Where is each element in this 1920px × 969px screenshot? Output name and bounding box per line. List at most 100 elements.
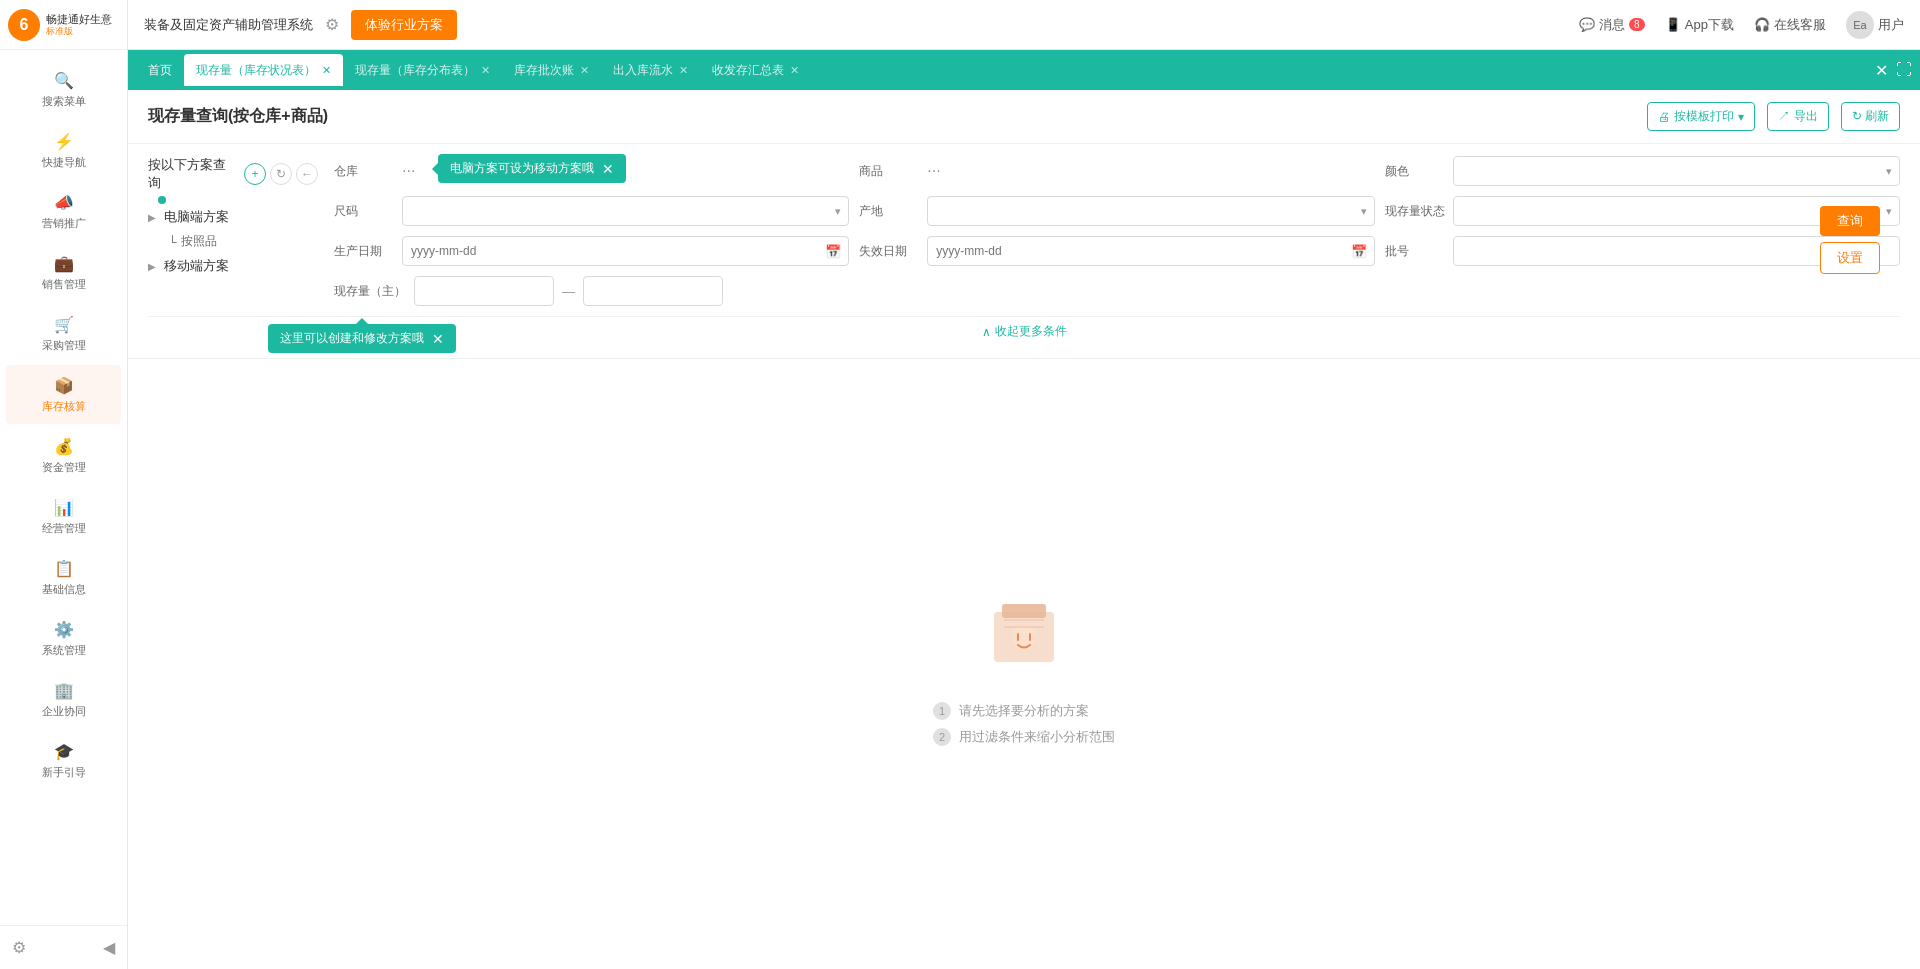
page-header: 现存量查询(按仓库+商品) 🖨 按模板打印 ▾ ↗ 导出 ↻ 刷新 <box>128 90 1920 144</box>
sidebar-item-sales[interactable]: 💼 销售管理 <box>6 243 121 302</box>
industry-btn[interactable]: 体验行业方案 <box>351 10 457 40</box>
logo-area: 6 畅捷通好生意 标准版 <box>0 0 127 50</box>
exp-date-field: 失效日期 📅 <box>859 236 1374 266</box>
product-label: 商品 <box>859 163 919 180</box>
refresh-plan-btn[interactable]: ↻ <box>270 163 292 185</box>
sidebar-item-inventory-label: 库存核算 <box>42 399 86 414</box>
back-plan-btn[interactable]: ← <box>296 163 318 185</box>
search-icon: 🔍 <box>54 70 74 90</box>
expand-arrow-mobile-icon: ▶ <box>148 261 156 272</box>
tooltip-plan-text: 电脑方案可设为移动方案哦 <box>450 160 594 177</box>
plan-mobile-name: 移动端方案 <box>164 257 229 275</box>
template-print-btn[interactable]: 🖨 按模板打印 ▾ <box>1647 102 1755 131</box>
sidebar-item-system[interactable]: ⚙️ 系统管理 <box>6 609 121 668</box>
sidebar-item-marketing[interactable]: 📣 营销推广 <box>6 182 121 241</box>
sidebar-item-finance[interactable]: 💰 资金管理 <box>6 426 121 485</box>
sidebar-item-enterprise[interactable]: 🏢 企业协同 <box>6 670 121 729</box>
exp-date-input[interactable] <box>927 236 1374 266</box>
mfg-date-wrapper: 📅 <box>402 236 849 266</box>
export-icon: ↗ <box>1778 109 1790 123</box>
tabs-actions: ✕ ⛶ <box>1875 61 1912 80</box>
sidebar-item-inventory[interactable]: 📦 库存核算 <box>6 365 121 424</box>
stock-qty-row: 现存量（主） — <box>334 276 1900 306</box>
tab-stock-status-close[interactable]: ✕ <box>322 64 331 77</box>
tab-in-out-flow[interactable]: 出入库流水 ✕ <box>601 54 700 86</box>
stock-qty-min-input[interactable] <box>414 276 554 306</box>
sidebar-item-marketing-label: 营销推广 <box>42 216 86 231</box>
tab-in-out-flow-close[interactable]: ✕ <box>679 64 688 77</box>
search-btn[interactable]: 查询 <box>1820 206 1880 236</box>
online-support-group[interactable]: 🎧 在线客服 <box>1754 16 1826 34</box>
user-group[interactable]: Ea 用户 <box>1846 11 1904 39</box>
exp-date-label: 失效日期 <box>859 243 919 260</box>
stock-qty-max-input[interactable] <box>583 276 723 306</box>
empty-illustration <box>974 582 1074 682</box>
filter-section: 电脑方案可设为移动方案哦 ✕ 这里可以创建和修改方案哦 ✕ 按以下方案查询 + … <box>128 144 1920 359</box>
tab-recv-send[interactable]: 收发存汇总表 ✕ <box>700 54 811 86</box>
sidebar-item-guide[interactable]: 🎓 新手引导 <box>6 731 121 790</box>
filter-header: 按以下方案查询 + ↻ ← <box>148 156 318 192</box>
tab-stock-status-label: 现存量（库存状况表） <box>196 62 316 79</box>
messages-label: 消息 <box>1599 16 1625 34</box>
plan-desktop-name: 电脑端方案 <box>164 208 229 226</box>
stock-qty-label: 现存量（主） <box>334 283 406 300</box>
filter-row-2: 尺码 产地 现存量状态 <box>334 196 1900 226</box>
settings-icon[interactable]: ⚙ <box>12 938 26 957</box>
mfg-date-input[interactable] <box>402 236 849 266</box>
empty-hints: 1 请先选择要分析的方案 2 用过滤条件来缩小分析范围 <box>933 702 1115 746</box>
close-all-tabs-icon[interactable]: ✕ <box>1875 61 1888 80</box>
add-plan-btn[interactable]: + <box>244 163 266 185</box>
sidebar-item-system-label: 系统管理 <box>42 643 86 658</box>
sidebar-item-operations[interactable]: 📊 经营管理 <box>6 487 121 546</box>
tab-batch-account-close[interactable]: ✕ <box>580 64 589 77</box>
tooltip-create-close[interactable]: ✕ <box>432 331 444 347</box>
sidebar-item-search[interactable]: 🔍 搜索菜单 <box>6 60 121 119</box>
tab-recv-send-label: 收发存汇总表 <box>712 62 784 79</box>
sidebar-item-guide-label: 新手引导 <box>42 765 86 780</box>
size-select[interactable] <box>402 196 849 226</box>
sidebar-item-purchase[interactable]: 🛒 采购管理 <box>6 304 121 363</box>
collapse-up-icon: ∧ <box>982 325 991 339</box>
product-dots[interactable]: ··· <box>927 162 940 180</box>
collapse-sidebar-icon[interactable]: ◀ <box>103 938 115 957</box>
sidebar: 6 畅捷通好生意 标准版 🔍 搜索菜单 ⚡ 快捷导航 📣 营销推广 💼 销售管理… <box>0 0 128 969</box>
main-area: 装备及固定资产辅助管理系统 ⚙ 体验行业方案 💬 消息 8 📱 App下载 🎧 … <box>128 0 1920 969</box>
messages-group[interactable]: 💬 消息 8 <box>1579 16 1645 34</box>
refresh-icon: ↻ <box>1852 109 1862 123</box>
export-btn[interactable]: ↗ 导出 <box>1767 102 1828 131</box>
sidebar-nav: 🔍 搜索菜单 ⚡ 快捷导航 📣 营销推广 💼 销售管理 🛒 采购管理 📦 库存核… <box>0 50 127 925</box>
batch-label: 批号 <box>1385 243 1445 260</box>
plan-child-name: 按照品 <box>181 233 217 250</box>
plan-item-by-product[interactable]: └ 按照品 <box>148 230 318 253</box>
search-btn-group: 查询 设置 <box>1820 206 1880 274</box>
app-download-group[interactable]: 📱 App下载 <box>1665 16 1734 34</box>
warehouse-label: 仓库 <box>334 163 394 180</box>
sidebar-item-basic[interactable]: 📋 基础信息 <box>6 548 121 607</box>
sidebar-item-finance-label: 资金管理 <box>42 460 86 475</box>
plan-item-desktop[interactable]: ▶ 电脑端方案 <box>148 204 318 230</box>
logo-icon: 6 <box>8 9 40 41</box>
tab-home[interactable]: 首页 <box>136 54 184 86</box>
template-print-icon: 🖨 <box>1658 110 1670 124</box>
tab-recv-send-close[interactable]: ✕ <box>790 64 799 77</box>
color-select[interactable] <box>1453 156 1900 186</box>
tab-stock-dist[interactable]: 现存量（库存分布表） ✕ <box>343 54 502 86</box>
hint-text-2: 用过滤条件来缩小分析范围 <box>959 728 1115 746</box>
svg-point-2 <box>1012 625 1036 649</box>
origin-select[interactable] <box>927 196 1374 226</box>
tab-stock-dist-close[interactable]: ✕ <box>481 64 490 77</box>
plan-selector: 按以下方案查询 + ↻ ← ▶ 电脑端方案 <box>148 156 318 316</box>
sidebar-item-quicknav[interactable]: ⚡ 快捷导航 <box>6 121 121 180</box>
tooltip-plan-close[interactable]: ✕ <box>602 161 614 177</box>
warehouse-dots[interactable]: ··· <box>402 162 415 180</box>
tab-stock-status[interactable]: 现存量（库存状况表） ✕ <box>184 54 343 86</box>
maximize-icon[interactable]: ⛶ <box>1896 61 1912 80</box>
hint-num-2: 2 <box>933 728 951 746</box>
settings-gear-icon[interactable]: ⚙ <box>325 15 339 34</box>
refresh-btn[interactable]: ↻ 刷新 <box>1841 102 1900 131</box>
plan-item-mobile[interactable]: ▶ 移动端方案 <box>148 253 318 279</box>
tab-batch-account[interactable]: 库存批次账 ✕ <box>502 54 601 86</box>
setting-btn[interactable]: 设置 <box>1820 242 1880 274</box>
purchase-icon: 🛒 <box>54 314 74 334</box>
size-field: 尺码 <box>334 196 849 226</box>
